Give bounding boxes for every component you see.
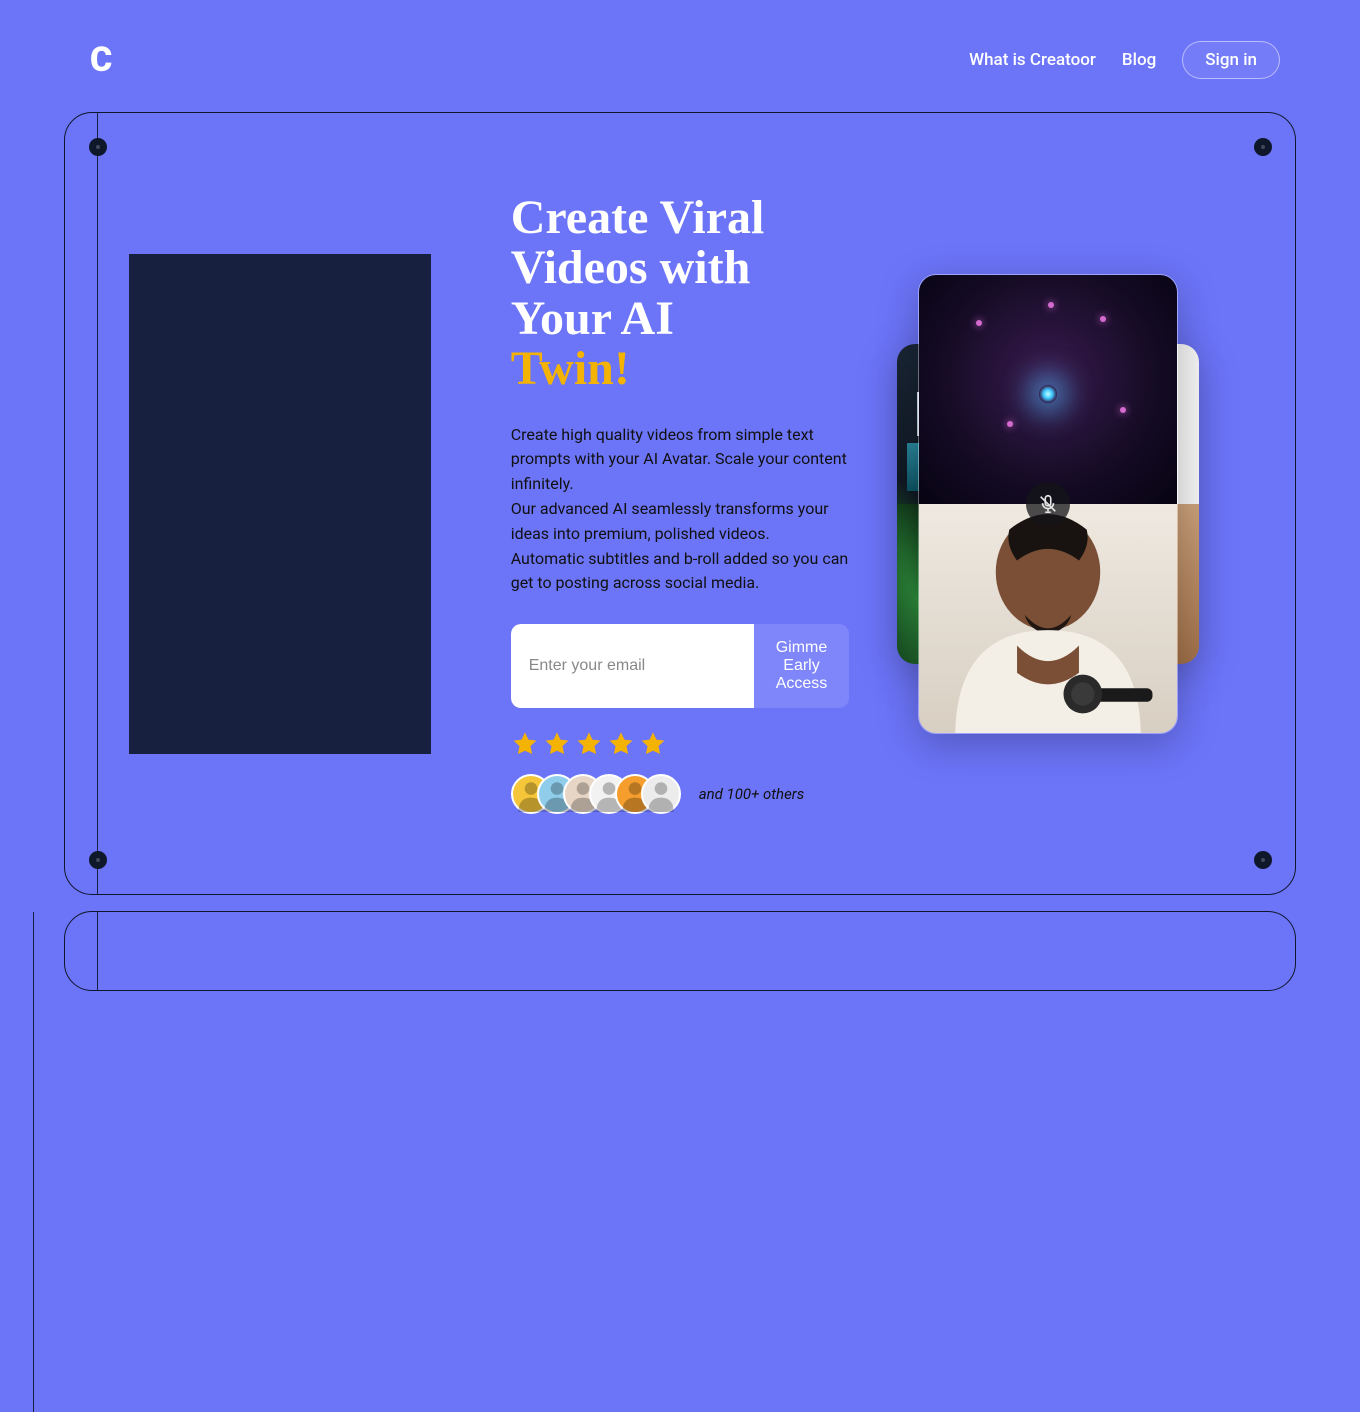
avatar — [641, 774, 681, 814]
sign-in-button[interactable]: Sign in — [1182, 41, 1280, 79]
star-icon — [543, 730, 571, 758]
hero-panel: Create Viral Videos with Your AI Twin! C… — [64, 112, 1296, 895]
star-icon — [639, 730, 667, 758]
others-text: and 100+ others — [699, 785, 805, 803]
guide-line — [97, 113, 98, 894]
hero-headline: Create Viral Videos with Your AI Twin! — [511, 193, 850, 395]
guide-line — [129, 254, 431, 754]
mic-muted-icon — [1026, 482, 1070, 526]
early-access-button[interactable]: Gimme Early Access — [754, 624, 850, 708]
star-icon — [511, 730, 539, 758]
star-icon — [607, 730, 635, 758]
preview-card-main — [918, 274, 1178, 734]
corner-dot-icon — [1254, 138, 1272, 156]
rating-stars — [511, 730, 850, 758]
email-input[interactable] — [511, 624, 754, 708]
logo[interactable]: C — [90, 40, 111, 80]
hero-left: Create Viral Videos with Your AI Twin! C… — [511, 193, 850, 814]
social-proof: and 100+ others — [511, 774, 850, 814]
corner-dot-icon — [89, 851, 107, 869]
nav-right: What is Creatoor Blog Sign in — [969, 41, 1280, 79]
corner-dot-icon — [89, 138, 107, 156]
headline-accent: Twin! — [511, 342, 630, 395]
guide-line — [97, 912, 98, 990]
cta-row: Gimme Early Access — [511, 624, 850, 708]
headline-main: Create Viral Videos with Your AI — [511, 191, 765, 345]
avatar-stack — [511, 774, 681, 814]
hero-description: Create high quality videos from simple t… — [511, 423, 850, 597]
lens-flare-icon — [1039, 385, 1057, 403]
preview-thumb-space — [919, 275, 1177, 504]
corner-dot-icon — [1254, 851, 1272, 869]
next-panel — [64, 911, 1296, 991]
hero-preview: A KIN — [897, 254, 1199, 754]
guide-line — [33, 912, 34, 1412]
nav-link-what-is[interactable]: What is Creatoor — [969, 50, 1096, 70]
preview-thumb-speaker — [919, 504, 1177, 733]
nav-link-blog[interactable]: Blog — [1122, 50, 1156, 70]
top-nav: C What is Creatoor Blog Sign in — [0, 0, 1360, 112]
star-icon — [575, 730, 603, 758]
